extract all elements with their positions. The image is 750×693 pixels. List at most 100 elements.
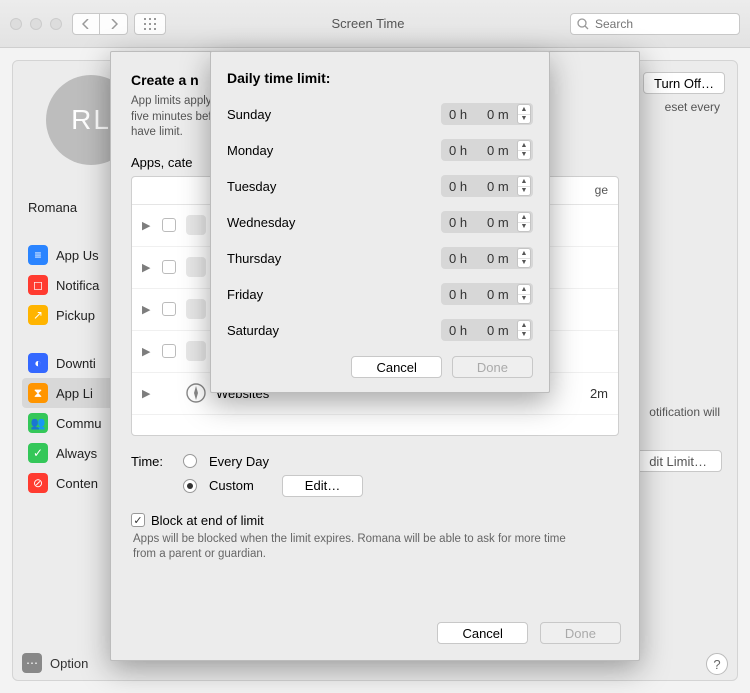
ellipsis-icon: ⋯ — [22, 653, 42, 673]
minutes-value[interactable]: 0 m — [487, 287, 517, 302]
step-up-icon[interactable]: ▲ — [518, 285, 530, 295]
hours-value[interactable]: 0 h — [449, 179, 479, 194]
minutes-value[interactable]: 0 m — [487, 251, 517, 266]
minutes-value[interactable]: 0 m — [487, 107, 517, 122]
time-stepper[interactable]: ▲ ▼ — [517, 320, 531, 340]
sheet2-title: Daily time limit: — [227, 70, 533, 86]
time-field[interactable]: 0 h 0 m ▲ ▼ — [441, 103, 533, 125]
day-name: Wednesday — [227, 215, 295, 230]
custom-row: Custom Edit… — [131, 475, 619, 497]
time-field[interactable]: 0 h 0 m ▲ ▼ — [441, 211, 533, 233]
time-field[interactable]: 0 h 0 m ▲ ▼ — [441, 283, 533, 305]
block-row: ✓ Block at end of limit — [131, 513, 619, 528]
row-checkbox[interactable] — [162, 260, 176, 274]
disclosure-icon[interactable]: ▶ — [142, 387, 152, 400]
time-field[interactable]: 0 h 0 m ▲ ▼ — [441, 247, 533, 269]
close-window-button[interactable] — [10, 18, 22, 30]
day-name: Saturday — [227, 323, 279, 338]
time-stepper[interactable]: ▲ ▼ — [517, 140, 531, 160]
day-name: Sunday — [227, 107, 271, 122]
day-name: Thursday — [227, 251, 281, 266]
step-down-icon[interactable]: ▼ — [518, 295, 530, 304]
disclosure-icon[interactable]: ▶ — [142, 303, 152, 316]
step-down-icon[interactable]: ▼ — [518, 115, 530, 124]
sidebar-item[interactable]: ◐Downti — [22, 348, 117, 378]
custom-radio[interactable] — [183, 479, 197, 493]
minutes-value[interactable]: 0 m — [487, 215, 517, 230]
sheet2-cancel-button[interactable]: Cancel — [351, 356, 441, 378]
time-stepper[interactable]: ▲ ▼ — [517, 212, 531, 232]
options-label: Option — [50, 656, 88, 671]
day-row: Friday 0 h 0 m ▲ ▼ — [227, 276, 533, 312]
step-up-icon[interactable]: ▲ — [518, 249, 530, 259]
hours-value[interactable]: 0 h — [449, 215, 479, 230]
day-row: Saturday 0 h 0 m ▲ ▼ — [227, 312, 533, 348]
disclosure-icon[interactable]: ▶ — [142, 345, 152, 358]
sidebar-item[interactable]: ⧗App Li — [22, 378, 117, 408]
grid-button[interactable] — [134, 13, 166, 35]
step-down-icon[interactable]: ▼ — [518, 187, 530, 196]
search-field[interactable] — [570, 13, 740, 35]
block-description: Apps will be blocked when the limit expi… — [131, 532, 591, 563]
hours-value[interactable]: 0 h — [449, 143, 479, 158]
row-checkbox[interactable] — [162, 218, 176, 232]
zoom-window-button[interactable] — [50, 18, 62, 30]
sidebar-item[interactable]: ↗Pickup — [22, 300, 117, 330]
sidebar-item[interactable]: ≡App Us — [22, 240, 117, 270]
sidebar-item[interactable]: 👥Commu — [22, 408, 117, 438]
time-field[interactable]: 0 h 0 m ▲ ▼ — [441, 319, 533, 341]
hours-value[interactable]: 0 h — [449, 107, 479, 122]
hours-value[interactable]: 0 h — [449, 287, 479, 302]
step-up-icon[interactable]: ▲ — [518, 177, 530, 187]
time-stepper[interactable]: ▲ ▼ — [517, 248, 531, 268]
window-controls — [10, 18, 72, 30]
step-up-icon[interactable]: ▲ — [518, 321, 530, 331]
step-up-icon[interactable]: ▲ — [518, 141, 530, 151]
bg-text-reset: eset every — [665, 100, 720, 114]
minutes-value[interactable]: 0 m — [487, 143, 517, 158]
user-name: Romana — [28, 200, 77, 215]
sheet2-done-button[interactable]: Done — [452, 356, 533, 378]
hours-value[interactable]: 0 h — [449, 323, 479, 338]
forward-button[interactable] — [100, 13, 128, 35]
time-stepper[interactable]: ▲ ▼ — [517, 284, 531, 304]
turn-off-button[interactable]: Turn Off… — [643, 72, 725, 94]
time-stepper[interactable]: ▲ ▼ — [517, 104, 531, 124]
every-day-radio[interactable] — [183, 454, 197, 468]
row-checkbox[interactable] — [162, 302, 176, 316]
edit-custom-button[interactable]: Edit… — [282, 475, 363, 497]
step-up-icon[interactable]: ▲ — [518, 105, 530, 115]
sidebar-item[interactable]: ✓Always — [22, 438, 117, 468]
sidebar-icon: ⧗ — [28, 383, 48, 403]
sidebar-item[interactable]: ⊘Conten — [22, 468, 117, 498]
options-button[interactable]: ⋯ Option — [22, 653, 88, 673]
row-checkbox[interactable] — [162, 344, 176, 358]
minutes-value[interactable]: 0 m — [487, 179, 517, 194]
edit-limit-button[interactable]: dit Limit… — [634, 450, 722, 472]
sheet1-done-button[interactable]: Done — [540, 622, 621, 644]
step-down-icon[interactable]: ▼ — [518, 151, 530, 160]
sidebar-icon: ↗ — [28, 305, 48, 325]
block-checkbox[interactable]: ✓ — [131, 513, 145, 527]
disclosure-icon[interactable]: ▶ — [142, 261, 152, 274]
step-down-icon[interactable]: ▼ — [518, 223, 530, 232]
step-up-icon[interactable]: ▲ — [518, 213, 530, 223]
hours-value[interactable]: 0 h — [449, 251, 479, 266]
day-row: Sunday 0 h 0 m ▲ ▼ — [227, 96, 533, 132]
day-row: Tuesday 0 h 0 m ▲ ▼ — [227, 168, 533, 204]
time-field[interactable]: 0 h 0 m ▲ ▼ — [441, 175, 533, 197]
step-down-icon[interactable]: ▼ — [518, 259, 530, 268]
minimize-window-button[interactable] — [30, 18, 42, 30]
sheet1-cancel-button[interactable]: Cancel — [437, 622, 527, 644]
step-down-icon[interactable]: ▼ — [518, 331, 530, 340]
sidebar-item[interactable]: ◻Notifica — [22, 270, 117, 300]
window-title: Screen Time — [166, 16, 570, 31]
disclosure-icon[interactable]: ▶ — [142, 219, 152, 232]
minutes-value[interactable]: 0 m — [487, 323, 517, 338]
search-input[interactable] — [593, 16, 733, 32]
time-field[interactable]: 0 h 0 m ▲ ▼ — [441, 139, 533, 161]
app-icon — [186, 215, 206, 235]
help-button[interactable]: ? — [706, 653, 728, 675]
back-button[interactable] — [72, 13, 100, 35]
time-stepper[interactable]: ▲ ▼ — [517, 176, 531, 196]
